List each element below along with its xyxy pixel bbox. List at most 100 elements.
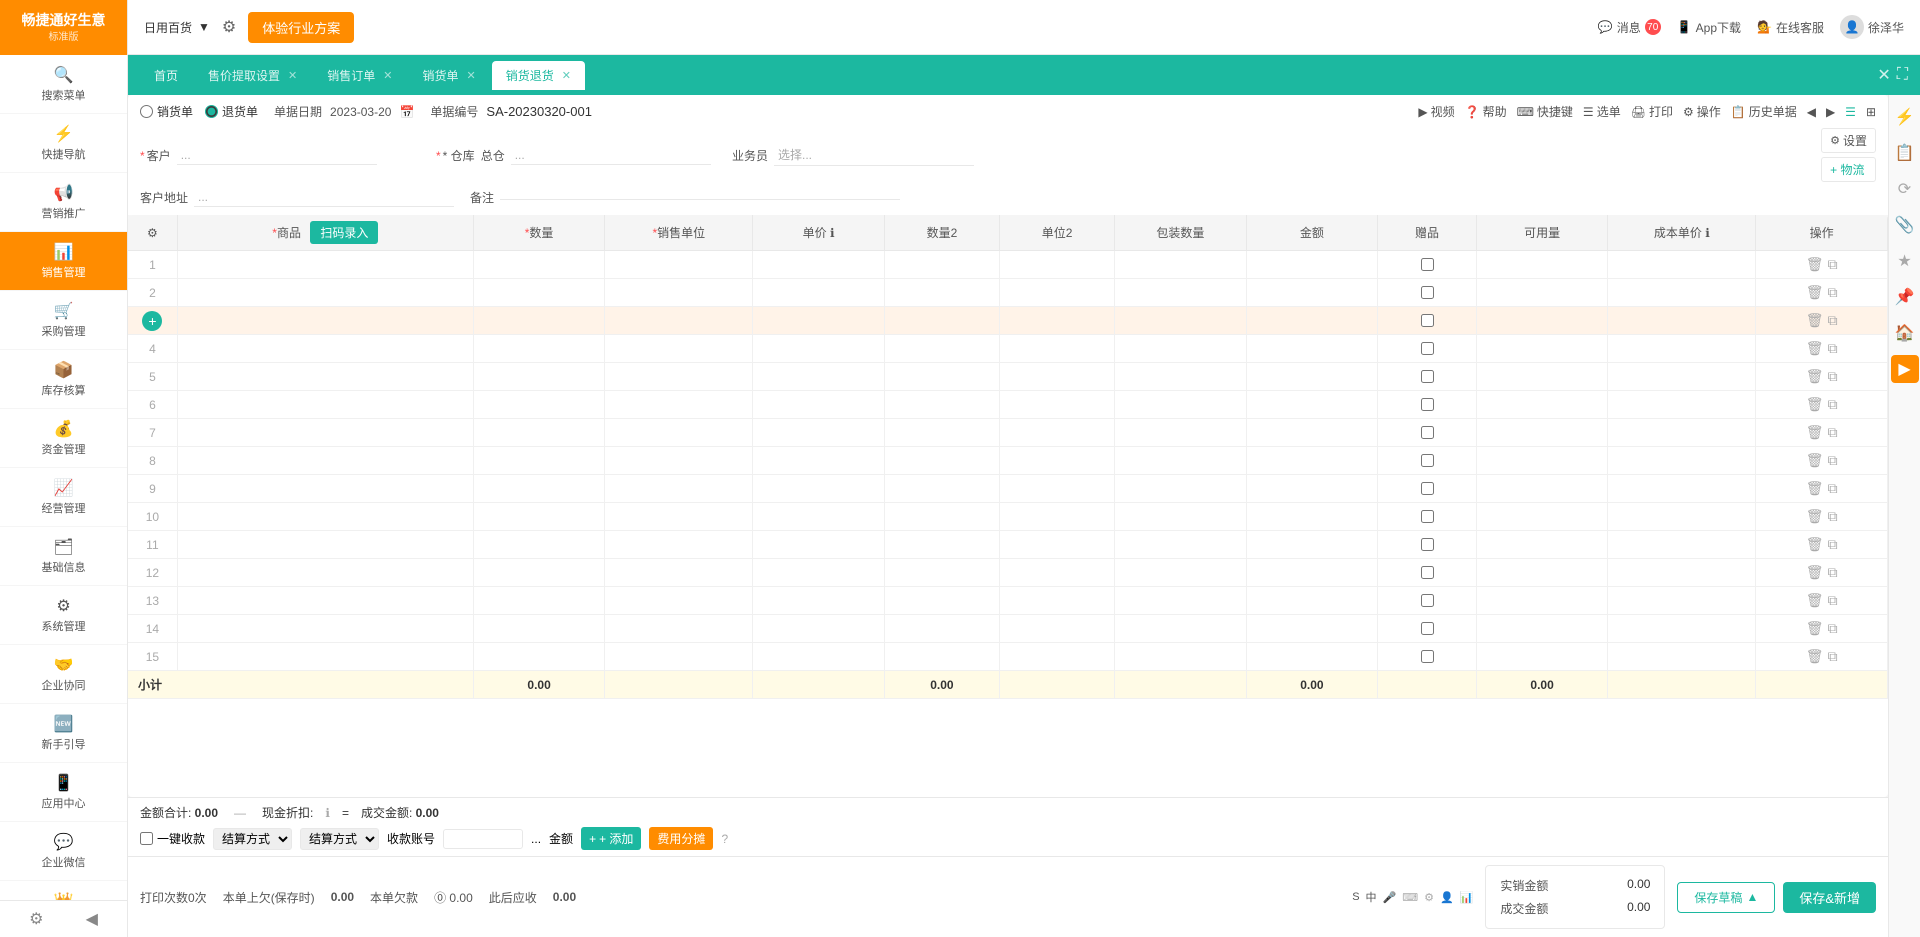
sidebar-item-guide[interactable]: 🆕 新手引导 <box>0 704 127 763</box>
fee-help-icon[interactable]: ? <box>721 832 728 846</box>
close-icon[interactable]: ✕ <box>288 69 297 82</box>
calendar-icon[interactable]: 📅 <box>399 105 414 119</box>
maximize-btn[interactable]: ⛶ <box>1897 65 1908 85</box>
copy-icon[interactable]: ⧉ <box>1828 396 1838 413</box>
tab-sales-order[interactable]: 销售订单 ✕ <box>313 61 406 90</box>
gift-checkbox[interactable] <box>1421 594 1434 607</box>
sidebar-item-enterprise[interactable]: 🤝 企业协同 <box>0 645 127 704</box>
gift-checkbox[interactable] <box>1421 426 1434 439</box>
user-profile-btn[interactable]: 👤 徐泽华 <box>1840 15 1904 39</box>
calc-method-select[interactable]: 结算方式 <box>300 828 379 850</box>
quantity2-cell[interactable] <box>884 251 999 279</box>
quantity-cell[interactable] <box>473 307 605 335</box>
copy-icon[interactable]: ⧉ <box>1828 424 1838 441</box>
panel-icon-4[interactable]: 📎 <box>1891 211 1919 239</box>
gift-checkbox[interactable] <box>1421 258 1434 271</box>
scan-btn[interactable]: 扫码录入 <box>310 221 378 244</box>
copy-icon[interactable]: ⧉ <box>1828 648 1838 665</box>
amount-cell[interactable] <box>1246 307 1378 335</box>
daily-category[interactable]: 日用百货 ▼ <box>144 19 210 36</box>
cost-price-cell[interactable] <box>1608 251 1756 279</box>
delete-icon[interactable]: 🗑 <box>1806 368 1824 385</box>
amount-cell[interactable] <box>1246 279 1378 307</box>
gift-checkbox[interactable] <box>1421 538 1434 551</box>
copy-icon[interactable]: ⧉ <box>1828 368 1838 385</box>
product-cell-active[interactable] <box>177 307 473 335</box>
delete-icon[interactable]: 🗑 <box>1806 508 1824 525</box>
note-input[interactable] <box>500 195 900 200</box>
close-icon[interactable]: ✕ <box>383 69 392 82</box>
save-new-btn[interactable]: 保存&新增 <box>1783 882 1876 913</box>
gift-checkbox[interactable] <box>1421 398 1434 411</box>
copy-icon[interactable]: ⧉ <box>1828 284 1838 301</box>
delete-icon[interactable]: 🗑 <box>1806 592 1824 609</box>
panel-icon-orange[interactable]: ▶ <box>1891 355 1919 383</box>
list-view-btn[interactable]: ☰ <box>1845 105 1856 119</box>
available-cell[interactable] <box>1476 307 1608 335</box>
delete-icon[interactable]: 🗑 <box>1806 256 1824 273</box>
tab-price-setting[interactable]: 售价提取设置 ✕ <box>194 61 311 90</box>
quantity2-cell[interactable] <box>884 307 999 335</box>
copy-icon[interactable]: ⧉ <box>1828 312 1838 329</box>
gift-checkbox[interactable] <box>1421 286 1434 299</box>
sidebar-item-shortcut[interactable]: ⚡ 快捷导航 <box>0 114 127 173</box>
radio-return-input[interactable] <box>205 105 218 118</box>
package-qty-cell[interactable] <box>1115 279 1247 307</box>
copy-icon[interactable]: ⧉ <box>1828 620 1838 637</box>
date-value[interactable]: 2023-03-20 <box>330 105 391 119</box>
quick-pay-checkbox[interactable]: 一键收款 <box>140 830 205 847</box>
staff-input[interactable]: 选择... <box>774 144 974 166</box>
gift-checkbox[interactable] <box>1421 566 1434 579</box>
tab-sales-return[interactable]: 销货退货 ✕ <box>492 61 585 90</box>
sidebar-item-finance[interactable]: 💰 资金管理 <box>0 409 127 468</box>
gift-cell[interactable] <box>1378 251 1477 279</box>
unit-price-cell[interactable] <box>753 307 885 335</box>
save-draft-btn[interactable]: 保存草稿 ▲ <box>1677 882 1775 913</box>
delete-icon[interactable]: 🗑 <box>1806 536 1824 553</box>
sidebar-item-system[interactable]: ⚙ 系统管理 <box>0 586 127 645</box>
topbar-gear-icon[interactable]: ⚙ <box>222 17 236 37</box>
unit2-cell[interactable] <box>999 307 1114 335</box>
gift-checkbox[interactable] <box>1421 454 1434 467</box>
fee-split-btn[interactable]: 费用分摊 <box>649 827 713 850</box>
cost-price-cell[interactable] <box>1608 279 1756 307</box>
select-order-btn[interactable]: ☰ 选单 <box>1583 103 1621 120</box>
sales-unit-cell[interactable] <box>605 279 753 307</box>
gift-checkbox[interactable] <box>1421 342 1434 355</box>
sidebar-item-member[interactable]: 👑 畅会员 <box>0 881 127 900</box>
sidebar-item-enterprise-wechat[interactable]: 💬 企业微信 <box>0 822 127 881</box>
address-input[interactable]: ... <box>194 188 454 207</box>
help-circle-icon[interactable]: ℹ <box>325 806 330 820</box>
copy-icon[interactable]: ⧉ <box>1828 256 1838 273</box>
gift-cell[interactable] <box>1378 279 1477 307</box>
next-btn[interactable]: ▶ <box>1826 105 1835 119</box>
copy-icon[interactable]: ⧉ <box>1828 564 1838 581</box>
delete-icon[interactable]: 🗑 <box>1806 284 1824 301</box>
delete-icon[interactable]: 🗑 <box>1806 312 1824 329</box>
delete-icon[interactable]: 🗑 <box>1806 424 1824 441</box>
delete-icon[interactable]: 🗑 <box>1806 396 1824 413</box>
sidebar-item-sales[interactable]: 📊 销售管理 <box>0 232 127 291</box>
sales-unit-cell[interactable] <box>605 251 753 279</box>
gift-checkbox[interactable] <box>1421 482 1434 495</box>
product-cell[interactable] <box>177 251 473 279</box>
quick-pay-input[interactable] <box>140 832 153 845</box>
prev-btn[interactable]: ◀ <box>1807 105 1816 119</box>
package-qty-cell[interactable] <box>1115 251 1247 279</box>
close-icon[interactable]: ✕ <box>467 69 476 82</box>
sales-unit-cell[interactable] <box>605 307 753 335</box>
sidebar-item-purchase[interactable]: 🛒 采购管理 <box>0 291 127 350</box>
sidebar-item-operations[interactable]: 📈 经营管理 <box>0 468 127 527</box>
delete-icon[interactable]: 🗑 <box>1806 480 1824 497</box>
available-cell[interactable] <box>1476 279 1608 307</box>
panel-icon-7[interactable]: 🏠 <box>1891 319 1919 347</box>
add-row-btn[interactable]: + <box>142 311 162 331</box>
grid-view-btn[interactable]: ⊞ <box>1866 105 1876 119</box>
logistics-btn[interactable]: + 物流 <box>1821 157 1876 182</box>
gift-checkbox[interactable] <box>1421 622 1434 635</box>
unit-price-cell[interactable] <box>753 251 885 279</box>
panel-icon-5[interactable]: ★ <box>1893 247 1915 275</box>
setup-btn[interactable]: ⚙ 设置 <box>1821 128 1876 153</box>
settings-icon[interactable]: ⚙ <box>29 909 43 929</box>
payment-method-select[interactable]: 结算方式 <box>213 828 292 850</box>
